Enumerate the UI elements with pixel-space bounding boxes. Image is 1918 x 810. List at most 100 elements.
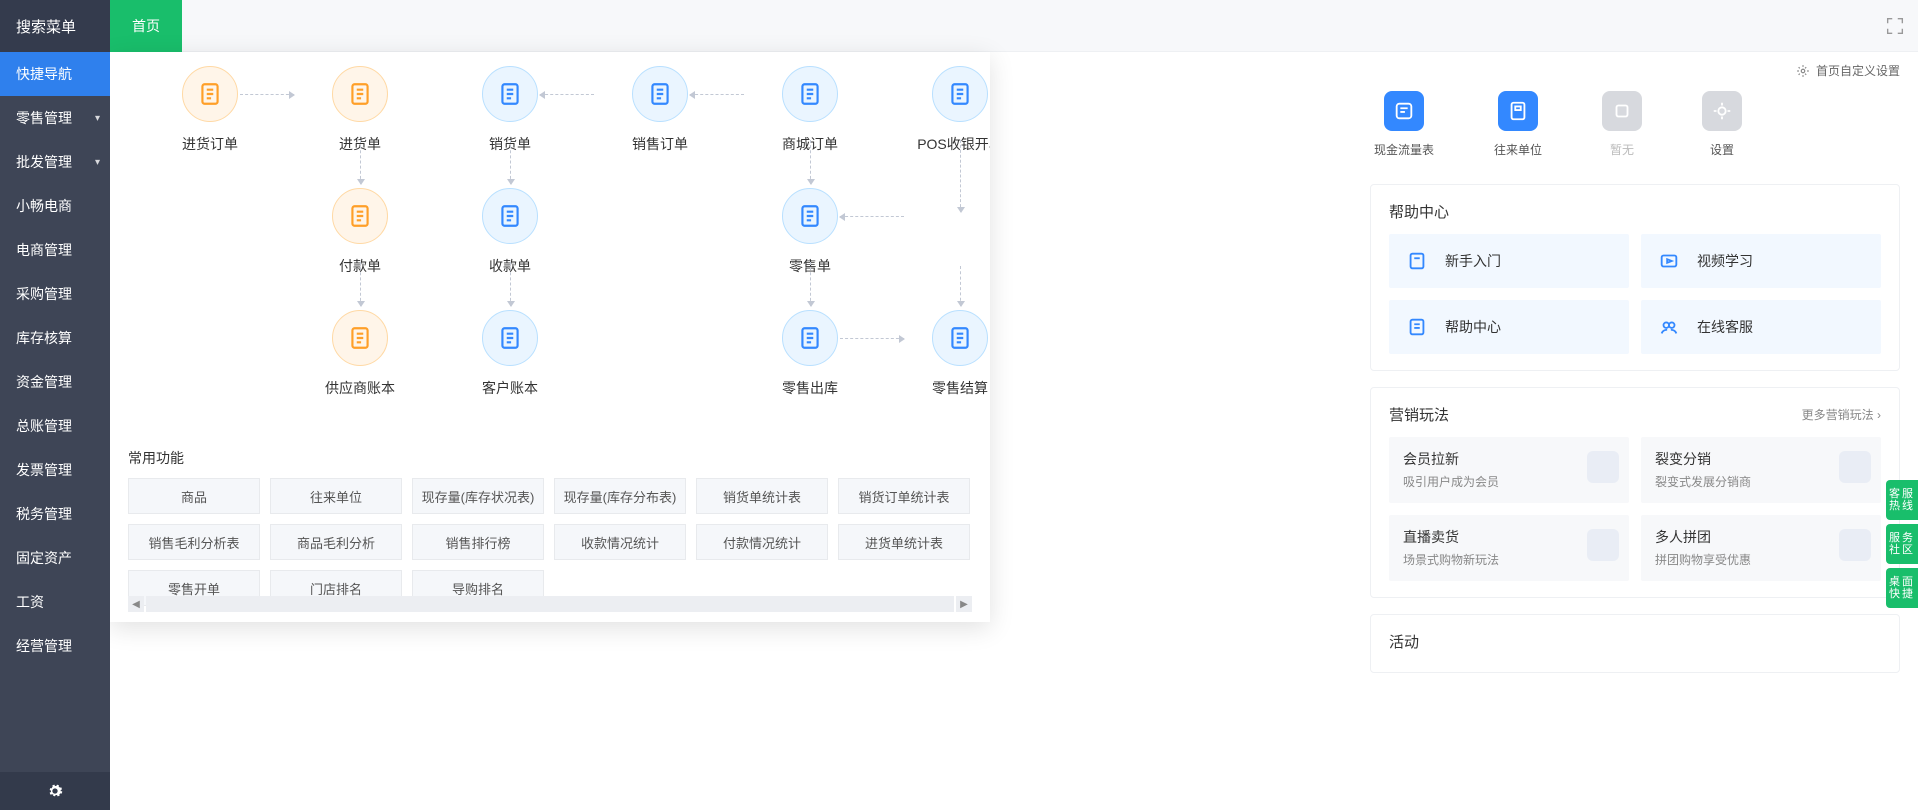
chevron-down-icon: ▾ (95, 113, 100, 124)
float-btn-0[interactable]: 客服热线 (1886, 480, 1918, 520)
flow-node-label: 进货订单 (145, 134, 275, 154)
shortcut-label: 暂无 (1602, 141, 1642, 158)
help-item-label: 视频学习 (1697, 251, 1753, 271)
sidebar-item-label: 库存核算 (16, 328, 72, 348)
doc-icon (482, 66, 538, 122)
promo-0[interactable]: 会员拉新吸引用户成为会员 (1389, 437, 1629, 503)
promo-3[interactable]: 多人拼团拼团购物享受优惠 (1641, 515, 1881, 581)
sidebar-item-12[interactable]: 工资 (0, 580, 110, 624)
scroll-right-icon[interactable]: ▶ (956, 596, 972, 612)
sidebar-item-4[interactable]: 电商管理 (0, 228, 110, 272)
shortcut-3[interactable]: 设置 (1702, 91, 1742, 158)
sidebar-item-5[interactable]: 采购管理 (0, 272, 110, 316)
promo-desc: 吸引用户成为会员 (1403, 473, 1615, 490)
sidebar-item-7[interactable]: 资金管理 (0, 360, 110, 404)
sidebar-item-11[interactable]: 固定资产 (0, 536, 110, 580)
common-fn-10[interactable]: 付款情况统计 (696, 524, 828, 560)
tab-home[interactable]: 首页 (110, 0, 182, 52)
shortcut-icon (1384, 91, 1424, 131)
doc-icon (482, 310, 538, 366)
fullscreen-icon[interactable] (1884, 15, 1906, 37)
promo-deco-icon (1587, 451, 1619, 483)
horizontal-scrollbar[interactable]: ◀ ▶ (128, 596, 972, 612)
help-icon (1655, 247, 1683, 275)
marketing-more[interactable]: 更多营销玩法 › (1802, 406, 1881, 423)
sidebar-item-13[interactable]: 经营管理 (0, 624, 110, 668)
float-btn-2[interactable]: 桌面快捷 (1886, 568, 1918, 608)
shortcut-label: 现金流量表 (1374, 141, 1434, 158)
flow-node-供应商账本[interactable]: 供应商账本 (295, 310, 425, 398)
scroll-track[interactable] (146, 596, 954, 612)
common-fn-2[interactable]: 现存量(库存状况表) (412, 478, 544, 514)
sidebar-item-label: 电商管理 (16, 240, 72, 260)
flow-node-客户账本[interactable]: 客户账本 (445, 310, 575, 398)
doc-icon (932, 310, 988, 366)
sidebar-item-1[interactable]: 零售管理 ▾ (0, 96, 110, 140)
sidebar-item-10[interactable]: 税务管理 (0, 492, 110, 536)
flow-node-label: 供应商账本 (295, 378, 425, 398)
common-fn-3[interactable]: 现存量(库存分布表) (554, 478, 686, 514)
shortcut-icon (1702, 91, 1742, 131)
shortcut-icon (1498, 91, 1538, 131)
help-item-1[interactable]: 视频学习 (1641, 234, 1881, 288)
sidebar-item-3[interactable]: 小畅电商 (0, 184, 110, 228)
promo-desc: 裂变式发展分销商 (1655, 473, 1867, 490)
common-fn-8[interactable]: 销售排行榜 (412, 524, 544, 560)
promo-title: 直播卖货 (1403, 527, 1615, 547)
sidebar-item-0[interactable]: 快捷导航 (0, 52, 110, 96)
sidebar-settings[interactable] (0, 772, 110, 810)
promo-title: 会员拉新 (1403, 449, 1615, 469)
home-custom-setting[interactable]: 首页自定义设置 (1370, 62, 1900, 79)
promo-deco-icon (1587, 529, 1619, 561)
topbar: 首页 (110, 0, 1918, 52)
help-item-0[interactable]: 新手入门 (1389, 234, 1629, 288)
shortcut-2: 暂无 (1602, 91, 1642, 158)
settings-icon (1796, 64, 1810, 78)
flow-node-POS收银开单[interactable]: POS收银开单 (895, 66, 990, 154)
shortcut-0[interactable]: 现金流量表 (1374, 91, 1434, 158)
sidebar-item-label: 快捷导航 (16, 64, 72, 84)
flow-node-零售结算[interactable]: 零售结算 (895, 310, 990, 398)
common-fn-11[interactable]: 进货单统计表 (838, 524, 970, 560)
gear-icon (47, 783, 63, 799)
help-item-3[interactable]: 在线客服 (1641, 300, 1881, 354)
sidebar-item-label: 资金管理 (16, 372, 72, 392)
flow-node-label: POS收银开单 (895, 134, 990, 154)
common-fn-5[interactable]: 销货订单统计表 (838, 478, 970, 514)
shortcut-1[interactable]: 往来单位 (1494, 91, 1542, 158)
sidebar-item-label: 税务管理 (16, 504, 72, 524)
common-fn-0[interactable]: 商品 (128, 478, 260, 514)
right-panel: 首页自定义设置 现金流量表往来单位暂无设置 帮助中心 新手入门视频学习帮助中心在… (1370, 62, 1900, 689)
help-item-label: 在线客服 (1697, 317, 1753, 337)
flow-node-label: 零售出库 (745, 378, 875, 398)
flow-node-销售订单[interactable]: 销售订单 (595, 66, 725, 154)
sidebar-item-6[interactable]: 库存核算 (0, 316, 110, 360)
common-fn-6[interactable]: 销售毛利分析表 (128, 524, 260, 560)
flow-node-零售出库[interactable]: 零售出库 (745, 310, 875, 398)
sidebar-item-8[interactable]: 总账管理 (0, 404, 110, 448)
sidebar-item-label: 零售管理 (16, 108, 72, 128)
sidebar-item-label: 批发管理 (16, 152, 72, 172)
promo-deco-icon (1839, 451, 1871, 483)
promo-desc: 场景式购物新玩法 (1403, 551, 1615, 568)
custom-setting-label: 首页自定义设置 (1816, 62, 1900, 79)
sidebar-search[interactable]: 搜索菜单 (0, 0, 110, 52)
common-fn-1[interactable]: 往来单位 (270, 478, 402, 514)
shortcut-icon (1602, 91, 1642, 131)
common-fn-7[interactable]: 商品毛利分析 (270, 524, 402, 560)
scroll-left-icon[interactable]: ◀ (128, 596, 144, 612)
promo-title: 裂变分销 (1655, 449, 1867, 469)
sidebar: 搜索菜单 快捷导航零售管理 ▾ 批发管理 ▾ 小畅电商电商管理采购管理库存核算资金管理总… (0, 0, 110, 810)
sidebar-item-2[interactable]: 批发管理 ▾ (0, 140, 110, 184)
sidebar-item-9[interactable]: 发票管理 (0, 448, 110, 492)
promo-2[interactable]: 直播卖货场景式购物新玩法 (1389, 515, 1629, 581)
chevron-down-icon: ▾ (95, 157, 100, 168)
float-btn-1[interactable]: 服务社区 (1886, 524, 1918, 564)
help-item-2[interactable]: 帮助中心 (1389, 300, 1629, 354)
promo-1[interactable]: 裂变分销裂变式发展分销商 (1641, 437, 1881, 503)
common-fn-4[interactable]: 销货单统计表 (696, 478, 828, 514)
doc-icon (332, 188, 388, 244)
doc-icon (182, 66, 238, 122)
common-fn-9[interactable]: 收款情况统计 (554, 524, 686, 560)
flow-node-进货订单[interactable]: 进货订单 (145, 66, 275, 154)
